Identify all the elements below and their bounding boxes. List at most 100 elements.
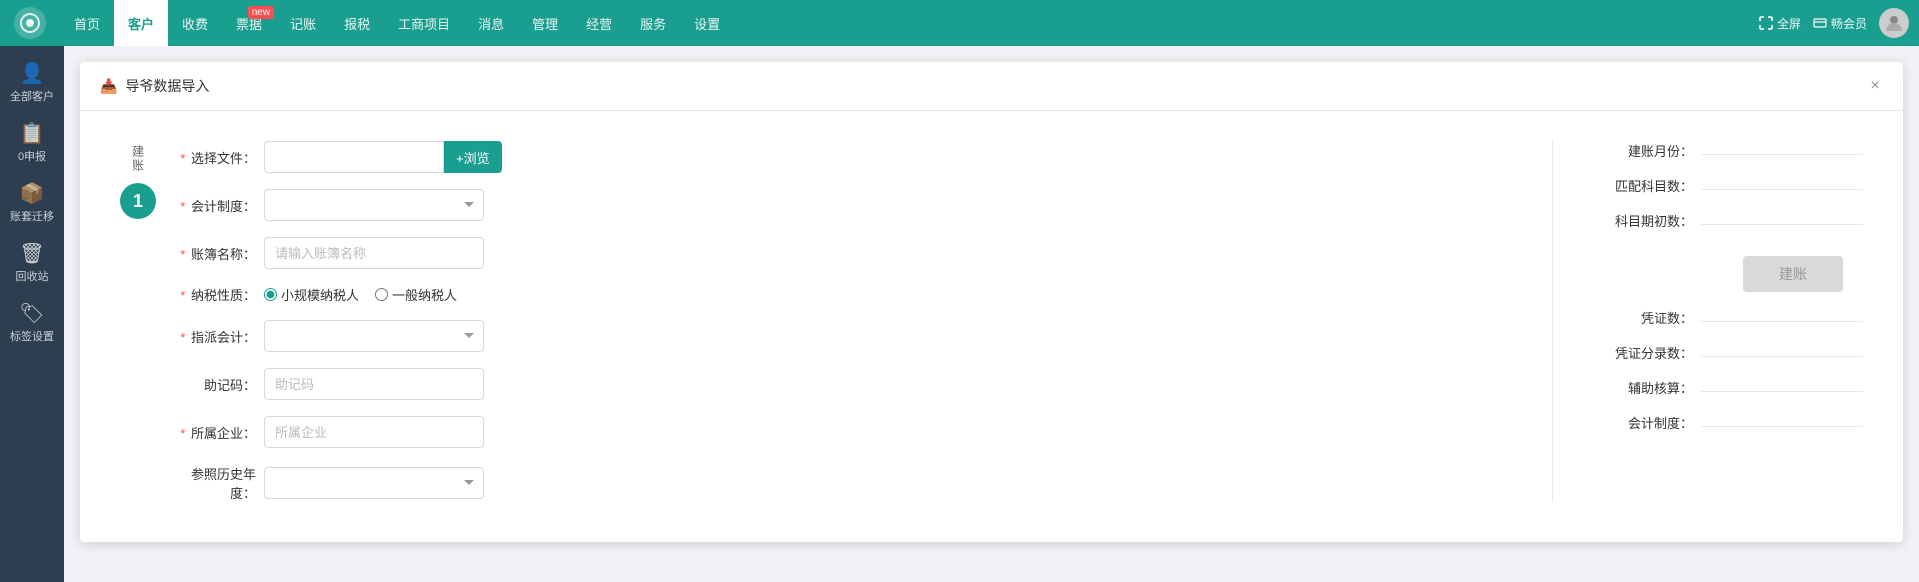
- fullscreen-button[interactable]: 全屏: [1759, 15, 1801, 32]
- form-row-memo-code: 助记码：: [176, 368, 1502, 400]
- radio-small-scale-label: 小规模纳税人: [281, 285, 359, 304]
- info-month-label: 建账月份：: [1603, 141, 1693, 160]
- memo-code-label: 助记码：: [176, 375, 256, 394]
- info-voucher-count-label: 凭证数：: [1603, 308, 1693, 327]
- required-star-5: *: [180, 330, 185, 345]
- nav-right-area: 全屏 畅会员: [1759, 8, 1909, 38]
- info-match-subjects-value: [1701, 181, 1863, 190]
- nav-messages[interactable]: 消息: [464, 0, 518, 46]
- required-star-3: *: [180, 247, 185, 262]
- recycle-bin-icon: 🗑: [19, 244, 44, 264]
- form-section-label: 建账: [130, 145, 147, 173]
- form-row-history-year: 参照历史年度：: [176, 464, 1502, 502]
- nav-management[interactable]: 管理: [518, 0, 572, 46]
- dialog-title-icon: 📥: [100, 78, 117, 95]
- user-avatar[interactable]: [1879, 8, 1909, 38]
- nav-home[interactable]: 首页: [60, 0, 114, 46]
- radio-small-scale-input[interactable]: [264, 288, 277, 301]
- info-aux-accounting-value: [1701, 383, 1863, 392]
- file-input-group: +浏览: [264, 141, 502, 173]
- dialog-title: 导爷数据导入: [125, 76, 209, 96]
- info-init-balance-label: 科目期初数：: [1603, 211, 1693, 230]
- sidebar-item-all-customers[interactable]: 👤 全部客户: [4, 56, 60, 112]
- main-layout: 👤 全部客户 📋 0申报 📦 账套迁移 🗑 回收站 🏷 标签设置 📥 导爷数据导…: [0, 46, 1919, 582]
- sidebar-item-zero-declaration[interactable]: 📋 0申报: [4, 116, 60, 172]
- nav-service[interactable]: 服务: [626, 0, 680, 46]
- vip-label: 畅会员: [1831, 15, 1867, 32]
- required-star-6: *: [180, 426, 185, 441]
- memo-code-input[interactable]: [264, 368, 484, 400]
- sidebar-item-tag-settings[interactable]: 🏷 标签设置: [4, 296, 60, 352]
- history-year-select[interactable]: [264, 467, 484, 499]
- history-year-label: 参照历史年度：: [176, 464, 256, 502]
- top-navigation: 首页 客户 收费 票据 new 记账 报税 工商项目 消息 管理 经营 服务 设…: [0, 0, 1919, 46]
- info-accounting-system-value: [1701, 418, 1863, 427]
- create-button-wrapper: 建账: [1603, 246, 1863, 292]
- required-star-2: *: [180, 199, 185, 214]
- new-badge: new: [248, 6, 274, 19]
- vip-button[interactable]: 畅会员: [1813, 15, 1867, 32]
- nav-settings[interactable]: 设置: [680, 0, 734, 46]
- nav-fees[interactable]: 收费: [168, 0, 222, 46]
- company-label: * 所属企业：: [176, 423, 256, 442]
- form-row-ledger-name: * 账簿名称：: [176, 237, 1502, 269]
- info-row-month: 建账月份：: [1603, 141, 1863, 160]
- content-area: 📥 导爷数据导入 × 建账 1 *: [64, 46, 1919, 582]
- sidebar-item-account-migration[interactable]: 📦 账套迁移: [4, 176, 60, 232]
- step-badge: 1: [120, 183, 156, 219]
- form-row-file: * 选择文件： +浏览: [176, 141, 1502, 173]
- logo-icon: [14, 7, 46, 39]
- required-star: *: [180, 151, 185, 166]
- required-star-4: *: [180, 288, 185, 303]
- company-input[interactable]: [264, 416, 484, 448]
- ledger-name-label: * 账簿名称：: [176, 244, 256, 263]
- info-month-value: [1701, 146, 1863, 155]
- tax-type-label: * 纳税性质：: [176, 285, 256, 304]
- assign-accountant-select[interactable]: [264, 320, 484, 352]
- account-migration-icon: 📦: [20, 184, 45, 204]
- nav-business[interactable]: 经营: [572, 0, 626, 46]
- accounting-system-label: * 会计制度：: [176, 196, 256, 215]
- tag-settings-icon: 🏷: [19, 304, 44, 324]
- info-section: 建账月份： 匹配科目数： 科目期初数： 建账 凭证: [1603, 141, 1863, 502]
- sidebar-label-zero-declaration: 0申报: [18, 148, 46, 164]
- radio-general-input[interactable]: [375, 288, 388, 301]
- nav-tax[interactable]: 报税: [330, 0, 384, 46]
- info-init-balance-value: [1701, 216, 1863, 225]
- info-row-voucher-count: 凭证数：: [1603, 308, 1863, 327]
- sidebar: 👤 全部客户 📋 0申报 📦 账套迁移 🗑 回收站 🏷 标签设置: [0, 46, 64, 582]
- all-customers-icon: 👤: [20, 64, 45, 84]
- app-logo[interactable]: [10, 3, 50, 43]
- file-input[interactable]: [264, 141, 444, 173]
- sidebar-item-recycle-bin[interactable]: 🗑 回收站: [4, 236, 60, 292]
- zero-declaration-icon: 📋: [20, 124, 45, 144]
- info-voucher-count-value: [1701, 313, 1863, 322]
- nav-items: 首页 客户 收费 票据 new 记账 报税 工商项目 消息 管理 经营 服务 设…: [60, 0, 1759, 46]
- sidebar-label-tag-settings: 标签设置: [10, 328, 54, 344]
- info-voucher-entries-value: [1701, 348, 1863, 357]
- dialog-header: 📥 导爷数据导入: [80, 62, 1903, 111]
- nav-bookkeeping[interactable]: 记账: [276, 0, 330, 46]
- info-row-accounting-system: 会计制度：: [1603, 413, 1863, 432]
- nav-invoices[interactable]: 票据 new: [222, 0, 276, 46]
- info-voucher-entries-label: 凭证分录数：: [1603, 343, 1693, 362]
- form-row-company: * 所属企业：: [176, 416, 1502, 448]
- create-account-button[interactable]: 建账: [1743, 256, 1843, 292]
- import-dialog: 📥 导爷数据导入 × 建账 1 *: [80, 62, 1903, 542]
- form-row-accounting-system: * 会计制度：: [176, 189, 1502, 221]
- info-aux-accounting-label: 辅助核算：: [1603, 378, 1693, 397]
- nav-customers[interactable]: 客户: [114, 0, 168, 46]
- radio-general[interactable]: 一般纳税人: [375, 285, 457, 304]
- assign-accountant-label: * 指派会计：: [176, 327, 256, 346]
- ledger-name-input[interactable]: [264, 237, 484, 269]
- nav-commerce[interactable]: 工商项目: [384, 0, 464, 46]
- browse-button[interactable]: +浏览: [444, 141, 502, 173]
- dialog-close-button[interactable]: ×: [1863, 74, 1887, 98]
- sidebar-label-all-customers: 全部客户: [10, 88, 54, 104]
- sidebar-label-account-migration: 账套迁移: [10, 208, 54, 224]
- radio-small-scale[interactable]: 小规模纳税人: [264, 285, 359, 304]
- radio-general-label: 一般纳税人: [392, 285, 457, 304]
- form-row-tax-type: * 纳税性质： 小规模纳税人 一般纳税人: [176, 285, 1502, 304]
- accounting-system-select[interactable]: [264, 189, 484, 221]
- tax-type-radio-group: 小规模纳税人 一般纳税人: [264, 285, 457, 304]
